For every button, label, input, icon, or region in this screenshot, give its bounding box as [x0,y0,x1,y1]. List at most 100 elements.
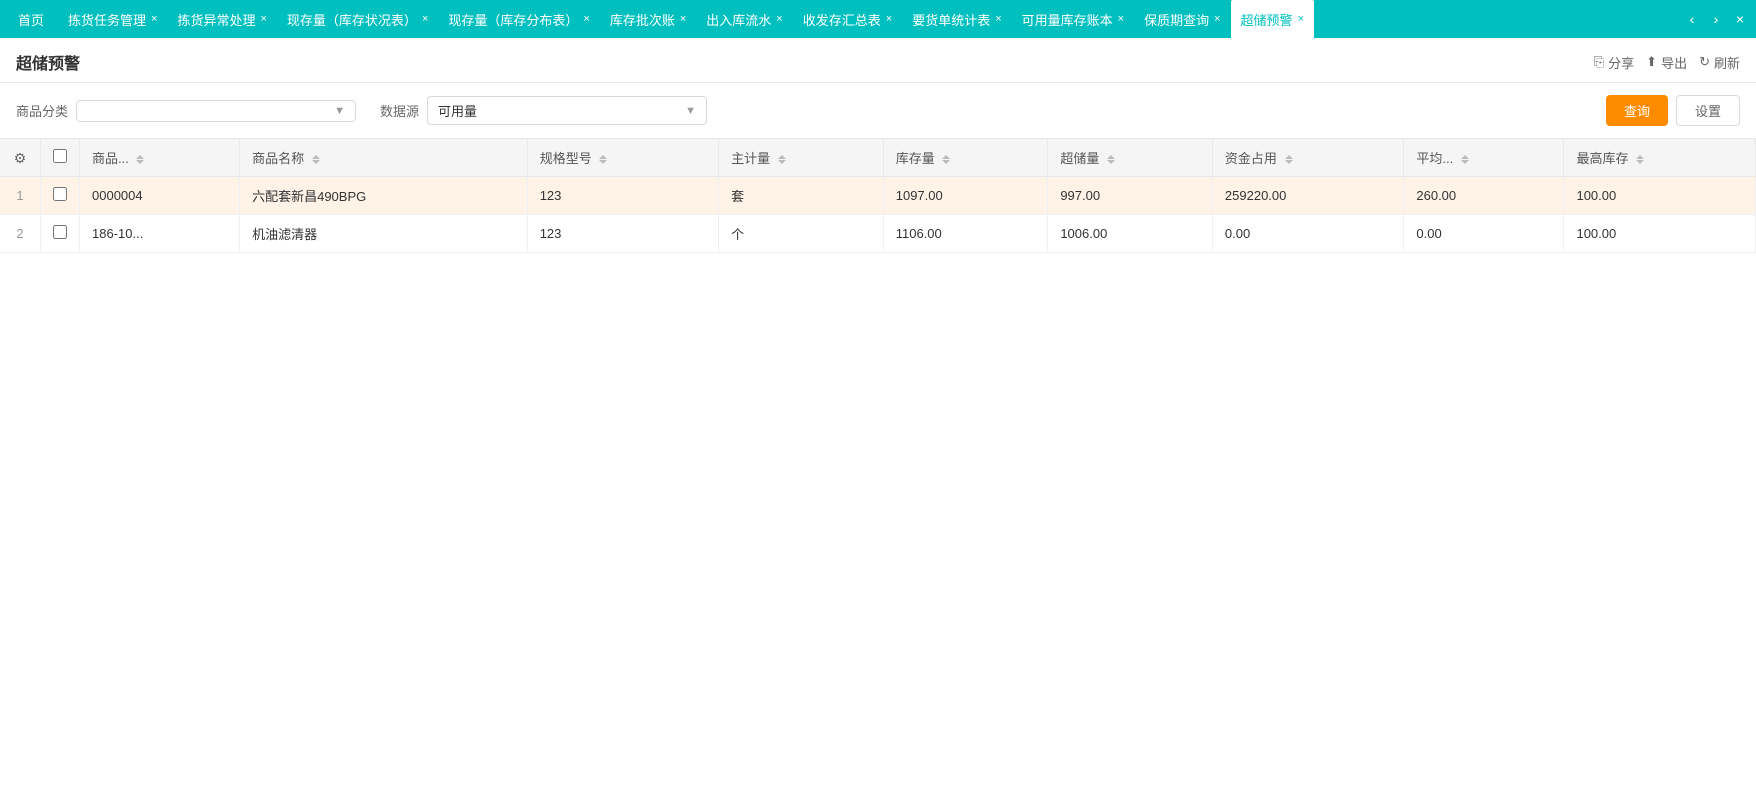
nav-next-arrow[interactable]: › [1704,0,1728,38]
nav-tab-7[interactable]: 要货单统计表 × [902,0,1011,38]
data-table: ⚙ 商品... 商品名称 规格型号 [0,139,1756,253]
nav-tab-10[interactable]: 超储预警 × [1231,0,1314,38]
filter-area: 商品分类 ▼ 数据源 可用量 ▼ 查询 设置 [0,83,1756,139]
table-row: 2 186-10... 机油滤清器 123 个 1106.00 1006.00 … [0,215,1756,253]
settings-button[interactable]: 设置 [1676,95,1740,126]
close-tab-5[interactable]: × [776,13,782,25]
close-tab-6[interactable]: × [886,13,892,25]
data-source-value: 可用量 [438,101,477,120]
select-all-checkbox[interactable] [53,149,67,163]
query-button[interactable]: 查询 [1606,95,1668,126]
sort-overstock-icon [1107,155,1115,164]
row-select-1[interactable] [53,225,67,239]
row-product-name-0: 六配套新昌490BPG [240,177,528,215]
row-select-0[interactable] [53,187,67,201]
row-avg-1: 0.00 [1404,215,1564,253]
product-category-select[interactable]: ▼ [76,100,356,122]
row-unit-1: 个 [719,215,884,253]
nav-tab-1[interactable]: 拣货异常处理 × [167,0,276,38]
col-product-code[interactable]: 商品... [80,139,240,177]
nav-tab-4[interactable]: 库存批次账 × [600,0,696,38]
close-tab-7[interactable]: × [995,13,1001,25]
row-num-1: 2 [0,215,41,253]
row-capital-1: 0.00 [1212,215,1403,253]
refresh-button[interactable]: ↻ 刷新 [1699,53,1740,72]
row-stock-1: 1106.00 [883,215,1048,253]
close-tab-2[interactable]: × [422,13,428,25]
nav-tab-2[interactable]: 现存量（库存状况表） × [277,0,438,38]
nav-prev-arrow[interactable]: ‹ [1680,0,1704,38]
nav-tab-5[interactable]: 出入库流水 × [696,0,792,38]
sort-product-code-icon [136,155,144,164]
nav-bar: 首页 拣货任务管理 × 拣货异常处理 × 现存量（库存状况表） × 现存量（库存… [0,0,1756,38]
data-source-chevron: ▼ [685,105,696,117]
data-source-select[interactable]: 可用量 ▼ [427,96,707,125]
filter-actions: 查询 设置 [1606,95,1740,126]
row-num-0: 1 [0,177,41,215]
row-max-stock-1: 100.00 [1564,215,1756,253]
row-spec-1: 123 [527,215,718,253]
table-container: ⚙ 商品... 商品名称 规格型号 [0,139,1756,253]
nav-home[interactable]: 首页 [4,10,58,29]
product-category-label: 商品分类 [16,101,68,120]
row-max-stock-0: 100.00 [1564,177,1756,215]
col-overstock[interactable]: 超储量 [1048,139,1213,177]
data-source-label: 数据源 [380,101,419,120]
nav-tab-8[interactable]: 可用量库存账本 × [1012,0,1134,38]
close-tab-4[interactable]: × [680,13,686,25]
page-title: 超储预警 [16,50,80,74]
row-capital-0: 259220.00 [1212,177,1403,215]
col-capital[interactable]: 资金占用 [1212,139,1403,177]
refresh-icon: ↻ [1699,54,1710,70]
sort-unit-icon [778,155,786,164]
product-category-filter: 商品分类 ▼ [16,100,356,122]
sort-product-name-icon [312,155,320,164]
nav-tab-9[interactable]: 保质期查询 × [1134,0,1230,38]
nav-close-arrow[interactable]: × [1728,0,1752,38]
close-tab-8[interactable]: × [1118,13,1124,25]
product-category-chevron: ▼ [334,105,345,117]
close-tab-3[interactable]: × [583,13,589,25]
row-overstock-1: 1006.00 [1048,215,1213,253]
share-icon: ⎘ [1594,54,1604,70]
row-checkbox-1[interactable] [41,215,80,253]
col-select-all[interactable] [41,139,80,177]
nav-tab-3[interactable]: 现存量（库存分布表） × [438,0,599,38]
col-unit[interactable]: 主计量 [719,139,884,177]
col-stock[interactable]: 库存量 [883,139,1048,177]
row-unit-0: 套 [719,177,884,215]
sort-avg-icon [1461,155,1469,164]
row-overstock-0: 997.00 [1048,177,1213,215]
col-settings[interactable]: ⚙ [0,139,41,177]
nav-arrows: ‹ › × [1680,0,1752,38]
main-content: 超储预警 ⎘ 分享 ⬆ 导出 ↻ 刷新 商品分类 ▼ 数据源 [0,38,1756,800]
share-button[interactable]: ⎘ 分享 [1594,53,1634,72]
row-product-name-1: 机油滤清器 [240,215,528,253]
settings-gear-icon[interactable]: ⚙ [12,150,28,166]
table-header-row: ⚙ 商品... 商品名称 规格型号 [0,139,1756,177]
col-max-stock[interactable]: 最高库存 [1564,139,1756,177]
row-avg-0: 260.00 [1404,177,1564,215]
col-product-name[interactable]: 商品名称 [240,139,528,177]
sort-capital-icon [1285,155,1293,164]
row-product-code-1: 186-10... [80,215,240,253]
row-product-code-0: 0000004 [80,177,240,215]
nav-tab-6[interactable]: 收发存汇总表 × [793,0,902,38]
close-tab-9[interactable]: × [1214,13,1220,25]
data-source-filter: 数据源 可用量 ▼ [380,96,707,125]
nav-tab-0[interactable]: 拣货任务管理 × [58,0,167,38]
close-tab-10[interactable]: × [1298,13,1304,25]
sort-stock-icon [942,155,950,164]
page-header: 超储预警 ⎘ 分享 ⬆ 导出 ↻ 刷新 [0,38,1756,83]
row-checkbox-0[interactable] [41,177,80,215]
export-button[interactable]: ⬆ 导出 [1646,53,1687,72]
row-stock-0: 1097.00 [883,177,1048,215]
col-spec[interactable]: 规格型号 [527,139,718,177]
export-icon: ⬆ [1646,54,1657,70]
row-spec-0: 123 [527,177,718,215]
header-actions: ⎘ 分享 ⬆ 导出 ↻ 刷新 [1594,53,1740,72]
close-tab-0[interactable]: × [151,13,157,25]
sort-spec-icon [599,155,607,164]
close-tab-1[interactable]: × [260,13,266,25]
col-avg[interactable]: 平均... [1404,139,1564,177]
